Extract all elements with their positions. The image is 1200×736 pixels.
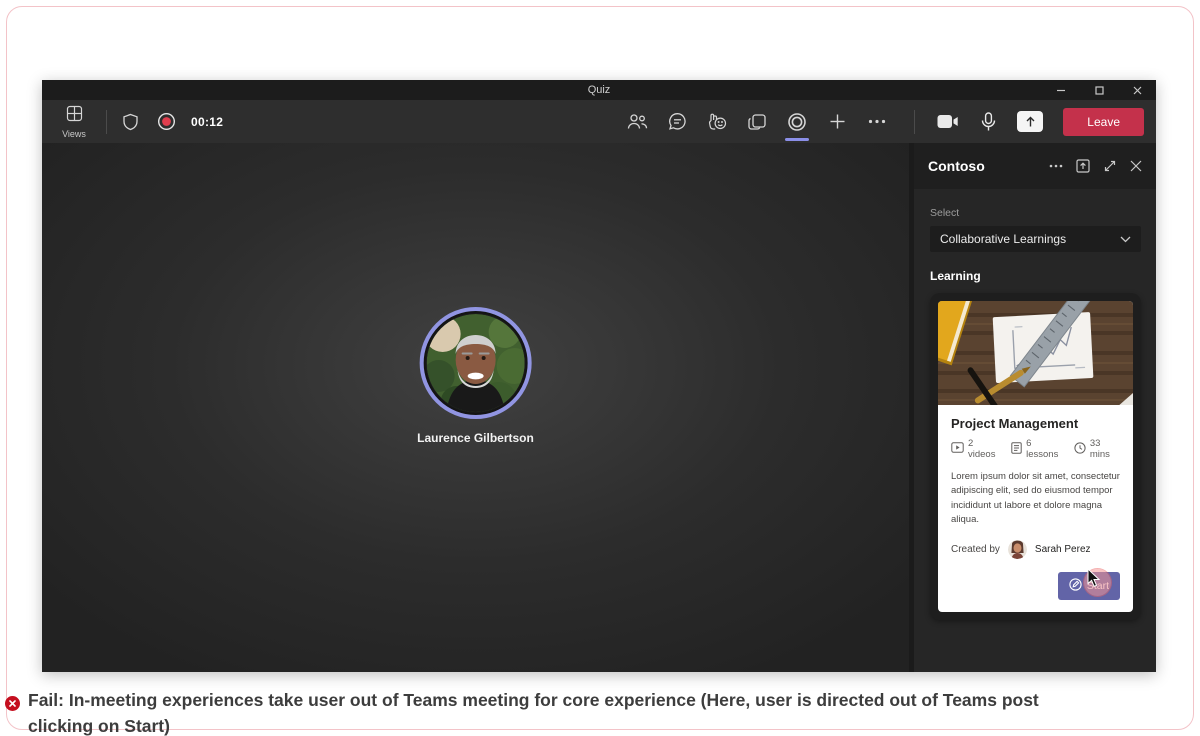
plus-icon[interactable] bbox=[826, 107, 848, 137]
lessons-meta: 6 lessons bbox=[1011, 438, 1063, 460]
videos-meta: 2 videos bbox=[951, 438, 1000, 460]
panel-header: Contoso bbox=[914, 143, 1156, 189]
created-by-label: Created by bbox=[951, 544, 1000, 555]
clock-icon bbox=[1074, 441, 1086, 457]
learnings-dropdown[interactable]: Collaborative Learnings bbox=[930, 226, 1141, 252]
meeting-toolbar: Views 00:12 Leave bbox=[42, 100, 1156, 143]
creator-avatar bbox=[1007, 540, 1027, 559]
panel-more-icon[interactable] bbox=[1049, 164, 1063, 168]
videos-label: 2 videos bbox=[968, 438, 996, 460]
learning-card-container: Project Management 2 videos 6 lessons 33… bbox=[930, 293, 1141, 620]
toolbar-divider-2 bbox=[914, 109, 916, 134]
fail-caption: Fail: In-meeting experiences take user o… bbox=[28, 690, 1039, 736]
select-label: Select bbox=[930, 207, 960, 219]
meeting-stage: Laurence Gilbertson bbox=[42, 143, 909, 672]
duration-label: 33 mins bbox=[1089, 438, 1110, 460]
learning-card: Project Management 2 videos 6 lessons 33… bbox=[938, 301, 1133, 612]
fail-x-icon bbox=[5, 696, 20, 711]
course-thumbnail bbox=[938, 301, 1133, 405]
audio-video-group bbox=[937, 107, 1044, 137]
popout-icon[interactable] bbox=[1076, 159, 1090, 173]
mic-icon[interactable] bbox=[977, 107, 999, 137]
window-title: Quiz bbox=[587, 84, 611, 96]
titlebar: Quiz bbox=[42, 80, 1156, 100]
share-window-icon[interactable] bbox=[746, 107, 768, 137]
toolbar-icon-group bbox=[626, 107, 888, 141]
speaking-indicator-ring bbox=[419, 306, 532, 419]
page: Quiz Views 00:12 Leave Laurence Gilberts… bbox=[0, 0, 1200, 736]
participant-avatar bbox=[426, 313, 525, 412]
teams-meeting-window: Quiz Views 00:12 Leave Laurence Gilberts… bbox=[42, 80, 1156, 672]
mouse-cursor-icon bbox=[1087, 568, 1101, 587]
people-icon[interactable] bbox=[626, 107, 648, 137]
leave-button[interactable]: Leave bbox=[1063, 107, 1144, 136]
chevron-down-icon bbox=[1120, 236, 1131, 243]
reactions-icon[interactable] bbox=[706, 107, 728, 137]
share-tray-icon[interactable] bbox=[1017, 111, 1044, 132]
views-label: Views bbox=[62, 128, 86, 139]
video-icon bbox=[951, 442, 964, 456]
camera-icon[interactable] bbox=[937, 107, 959, 137]
lessons-icon bbox=[1011, 441, 1022, 457]
minimize-button[interactable] bbox=[1042, 80, 1080, 100]
shield-icon[interactable] bbox=[119, 107, 141, 137]
course-description: Lorem ipsum dolor sit amet, consectetur … bbox=[951, 471, 1120, 525]
duration-meta: 33 mins bbox=[1074, 438, 1120, 460]
close-window-button[interactable] bbox=[1118, 80, 1156, 100]
panel-close-icon[interactable] bbox=[1130, 160, 1142, 172]
learning-section-label: Learning bbox=[930, 269, 981, 283]
participant-name: Laurence Gilbertson bbox=[417, 430, 534, 445]
contoso-app-panel: Contoso Select Collaborative Learnings L… bbox=[909, 143, 1156, 672]
panel-body: Select Collaborative Learnings Learning bbox=[914, 189, 1156, 620]
created-by-row: Created by Sarah Perez bbox=[951, 540, 1120, 559]
recording-group: 00:12 bbox=[119, 107, 223, 137]
grid-views-icon bbox=[66, 105, 83, 127]
dropdown-value: Collaborative Learnings bbox=[940, 232, 1067, 246]
toolbar-divider bbox=[106, 109, 107, 134]
panel-title: Contoso bbox=[928, 158, 985, 174]
creator-name: Sarah Perez bbox=[1034, 544, 1091, 555]
expand-icon[interactable] bbox=[1103, 159, 1117, 173]
panel-header-icons bbox=[1049, 159, 1142, 173]
views-button[interactable]: Views bbox=[54, 105, 94, 139]
app-circle-icon[interactable] bbox=[785, 107, 810, 141]
window-controls bbox=[1042, 80, 1156, 100]
lessons-label: 6 lessons bbox=[1026, 438, 1059, 460]
course-title: Project Management bbox=[951, 416, 1079, 431]
more-icon[interactable] bbox=[866, 107, 888, 137]
quiz-pen-icon bbox=[1069, 578, 1082, 594]
record-icon bbox=[155, 107, 177, 137]
participant-tile: Laurence Gilbertson bbox=[417, 306, 534, 445]
maximize-button[interactable] bbox=[1080, 80, 1118, 100]
chat-icon[interactable] bbox=[666, 107, 688, 137]
recording-timer: 00:12 bbox=[191, 114, 224, 129]
course-meta-row: 2 videos 6 lessons 33 mins bbox=[951, 438, 1120, 460]
